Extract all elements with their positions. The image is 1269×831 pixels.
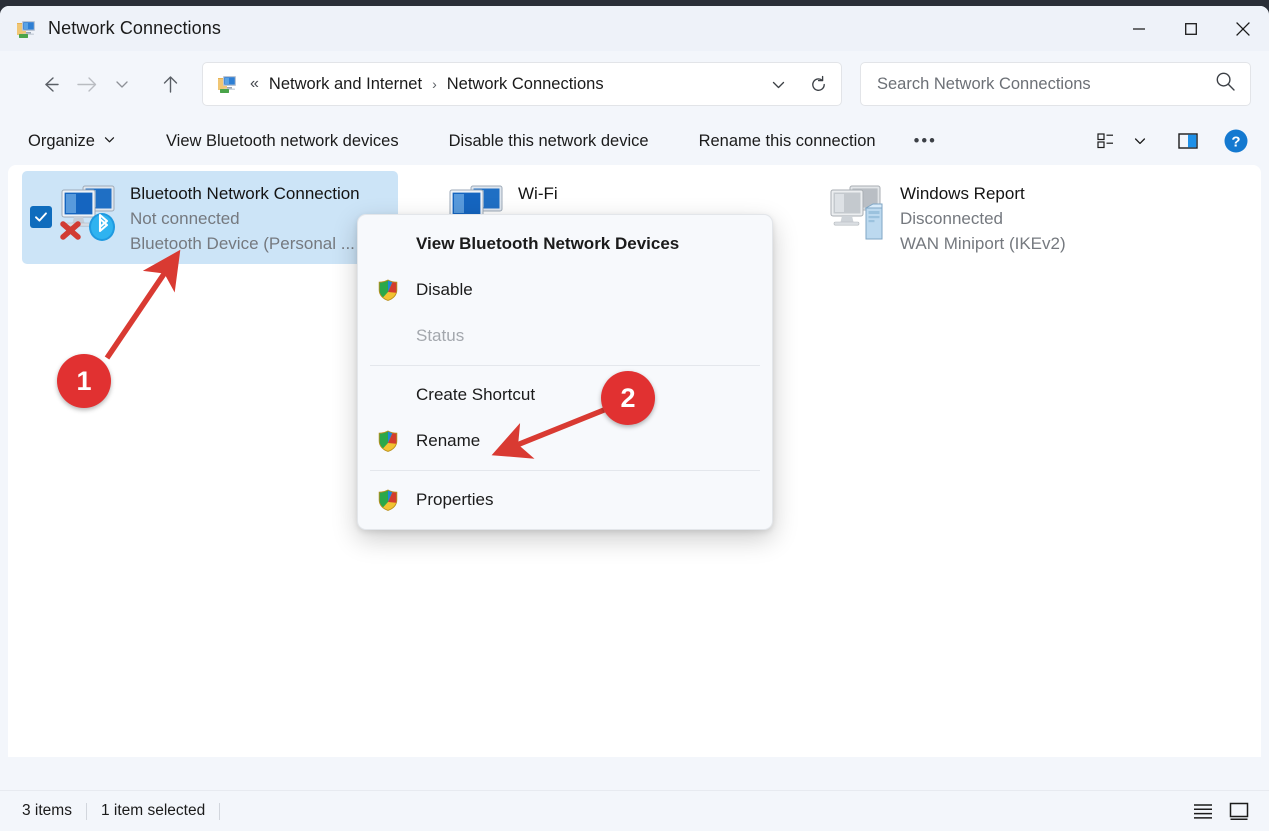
window-controls [1113, 6, 1269, 51]
spacer-icon [376, 383, 400, 407]
context-menu-item-disable[interactable]: Disable [362, 267, 768, 313]
view-layout-icon[interactable] [1087, 124, 1125, 158]
command-bar: Organize View Bluetooth network devices … [0, 117, 1269, 165]
svg-text:?: ? [1231, 134, 1240, 151]
details-view-icon[interactable] [1187, 796, 1219, 826]
organize-button[interactable]: Organize [16, 124, 128, 158]
search-input[interactable] [877, 74, 1215, 94]
uac-shield-icon [376, 488, 400, 512]
spacer-icon [376, 232, 400, 256]
connection-status: Not connected [130, 209, 240, 228]
search-box[interactable] [860, 62, 1251, 106]
back-arrow-icon[interactable] [32, 67, 68, 101]
status-bar: 3 items 1 item selected [0, 790, 1269, 831]
context-menu: View Bluetooth Network Devices Disable S… [357, 214, 773, 530]
list-item-text: Bluetooth Network Connection Not connect… [130, 181, 360, 256]
more-options-button[interactable]: ••• [902, 124, 949, 158]
connection-device: Bluetooth Device (Personal ... [130, 234, 355, 253]
maximize-button[interactable] [1165, 6, 1217, 51]
breadcrumb-chevron-down-icon[interactable] [761, 68, 795, 100]
annotation-marker-1: 1 [57, 354, 111, 408]
item-checkbox[interactable] [30, 206, 52, 228]
context-menu-separator [370, 365, 760, 366]
status-divider [85, 802, 87, 820]
title-bar: Network Connections [0, 6, 1269, 51]
wan-miniport-adapter-icon [826, 181, 892, 243]
annotation-marker-2: 2 [601, 371, 655, 425]
status-divider [219, 802, 221, 820]
close-button[interactable] [1217, 6, 1269, 51]
view-bluetooth-network-devices-button[interactable]: View Bluetooth network devices [154, 124, 411, 158]
connection-name: Windows Report [900, 184, 1025, 203]
minimize-button[interactable] [1113, 6, 1165, 51]
help-icon[interactable]: ? [1217, 124, 1255, 158]
disable-this-network-device-button[interactable]: Disable this network device [437, 124, 661, 158]
list-item-text: Wi-Fi [518, 181, 558, 206]
list-item[interactable]: Bluetooth Network Connection Not connect… [22, 171, 398, 264]
up-arrow-icon[interactable] [152, 67, 188, 101]
recent-locations-chevron-down-icon[interactable] [104, 67, 140, 101]
breadcrumb-overflow[interactable]: « [248, 75, 263, 93]
breadcrumb-item-network-and-internet[interactable]: Network and Internet [263, 71, 428, 98]
refresh-icon[interactable] [801, 68, 835, 100]
selection-count: 1 item selected [100, 802, 206, 819]
window-title: Network Connections [48, 18, 221, 38]
connection-device: WAN Miniport (IKEv2) [900, 234, 1066, 253]
context-menu-item-view-bluetooth-network-devices[interactable]: View Bluetooth Network Devices [362, 221, 768, 267]
connection-status: Disconnected [900, 209, 1004, 228]
context-menu-item-label: Properties [416, 490, 494, 509]
large-icons-view-icon[interactable] [1223, 796, 1255, 826]
list-item-text: Windows Report Disconnected WAN Miniport… [900, 181, 1066, 256]
breadcrumb-item-network-connections[interactable]: Network Connections [441, 71, 610, 98]
spacer-icon [376, 324, 400, 348]
context-menu-item-label: Disable [416, 280, 473, 299]
context-menu-item-properties[interactable]: Properties [362, 477, 768, 523]
context-menu-item-label: Status [416, 326, 465, 345]
list-item[interactable]: Windows Report Disconnected WAN Miniport… [818, 171, 1148, 264]
context-menu-item-label: Rename [416, 431, 481, 450]
connection-name: Bluetooth Network Connection [130, 184, 360, 203]
context-menu-item-label: View Bluetooth Network Devices [416, 234, 680, 253]
context-menu-item-label: Create Shortcut [416, 385, 536, 404]
breadcrumb[interactable]: « Network and Internet › Network Connect… [202, 62, 842, 106]
address-bar: « Network and Internet › Network Connect… [0, 51, 1269, 117]
network-connections-icon [16, 18, 38, 40]
title-bar-left: Network Connections [0, 18, 221, 40]
forward-arrow-icon[interactable] [68, 67, 104, 101]
bluetooth-network-adapter-icon [56, 181, 122, 243]
uac-shield-icon [376, 278, 400, 302]
explorer-window: Network Connections « Network and Intern… [0, 6, 1269, 831]
breadcrumb-separator: › [432, 76, 437, 92]
context-menu-item-create-shortcut[interactable]: Create Shortcut [362, 372, 768, 418]
details-pane-icon[interactable] [1169, 124, 1207, 158]
chevron-down-icon [103, 132, 116, 151]
rename-this-connection-button[interactable]: Rename this connection [687, 124, 888, 158]
view-chevron-down-icon[interactable] [1125, 124, 1155, 158]
network-connections-icon [217, 73, 239, 95]
context-menu-item-rename[interactable]: Rename [362, 418, 768, 464]
search-icon[interactable] [1215, 71, 1236, 97]
uac-shield-icon [376, 429, 400, 453]
context-menu-separator [370, 470, 760, 471]
connection-name: Wi-Fi [518, 184, 558, 203]
context-menu-item-status: Status [362, 313, 768, 359]
item-count: 3 items [22, 802, 72, 819]
organize-label: Organize [28, 131, 95, 150]
